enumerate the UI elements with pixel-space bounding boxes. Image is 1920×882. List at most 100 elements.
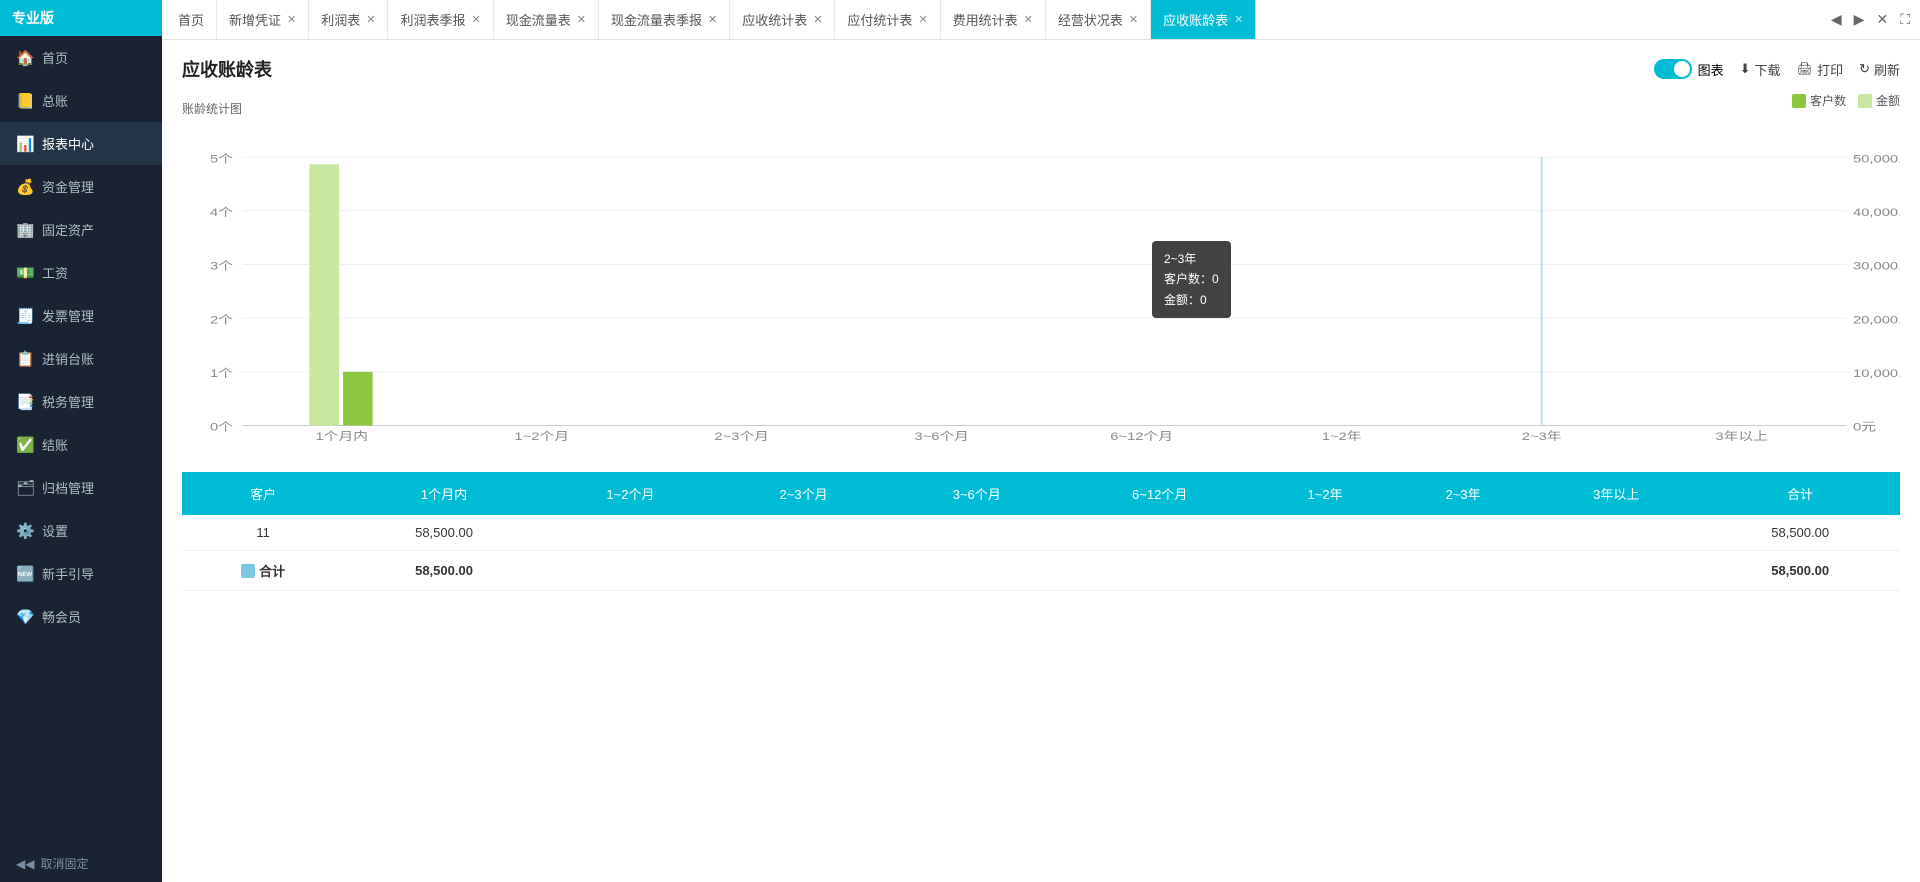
refresh-icon: ↻	[1859, 61, 1870, 77]
tab-close-cashflow[interactable]: ✕	[577, 13, 586, 26]
sidebar-item-closing[interactable]: ✅ 结账	[0, 423, 162, 466]
tab-close-profit[interactable]: ✕	[366, 13, 375, 26]
tab-cashflow-quarterly[interactable]: 现金流量表季报 ✕	[599, 0, 730, 39]
sidebar-unpin-button[interactable]: ◀◀ 取消固定	[0, 845, 162, 882]
refresh-button[interactable]: ↻ 刷新	[1859, 60, 1900, 79]
sidebar-item-label: 工资	[42, 263, 68, 282]
tab-close-ar-aging[interactable]: ✕	[1234, 13, 1243, 26]
svg-text:0元: 0元	[1853, 420, 1876, 433]
svg-text:30,000.00元: 30,000.00元	[1853, 259, 1900, 272]
tab-close-ap-stat[interactable]: ✕	[918, 13, 927, 26]
sidebar-item-invoice[interactable]: 🧾 发票管理	[0, 294, 162, 337]
closing-icon: ✅	[16, 436, 34, 454]
sidebar-item-fund[interactable]: 💰 资金管理	[0, 165, 162, 208]
cell-m612	[1063, 515, 1256, 551]
total-m612	[1063, 551, 1256, 591]
sidebar-item-ledger[interactable]: 📒 总账	[0, 79, 162, 122]
sidebar-item-salary[interactable]: 💵 工资	[0, 251, 162, 294]
tab-expense-stat[interactable]: 费用统计表 ✕	[941, 0, 1046, 39]
ledger-icon: 📒	[16, 92, 34, 110]
cell-y23	[1394, 515, 1532, 551]
cell-m36	[890, 515, 1063, 551]
fund-icon: 💰	[16, 178, 34, 196]
sidebar-item-label: 报表中心	[42, 134, 94, 153]
total-y23	[1394, 551, 1532, 591]
tab-profit-quarterly[interactable]: 利润表季报 ✕	[388, 0, 493, 39]
table-total-row: 合计 58,500.00 58,500.00	[182, 551, 1900, 591]
sidebar-item-member[interactable]: 💎 畅会员	[0, 595, 162, 638]
bar-count-0	[343, 372, 373, 426]
svg-text:50,000.00元: 50,000.00元	[1853, 152, 1900, 165]
asset-icon: 🏢	[16, 221, 34, 239]
tab-ar-aging[interactable]: 应收账龄表 ✕	[1151, 0, 1256, 39]
svg-text:10,000.00元: 10,000.00元	[1853, 367, 1900, 380]
total-m12	[544, 551, 717, 591]
sidebar-item-guide[interactable]: 🆕 新手引导	[0, 552, 162, 595]
chart-title: 账龄统计图	[182, 92, 242, 121]
total-y12	[1256, 551, 1394, 591]
svg-text:0个: 0个	[210, 420, 233, 433]
member-icon: 💎	[16, 608, 34, 626]
tab-home[interactable]: 首页	[166, 0, 217, 39]
chart-svg: 0个 1个 2个 3个 4个 5个 0元 10,000.00元 20,000.0…	[182, 121, 1900, 441]
table-row: 11 58,500.00 58,500.00	[182, 515, 1900, 551]
total-total: 58,500.00	[1700, 551, 1900, 591]
main-content: 首页 新增凭证 ✕ 利润表 ✕ 利润表季报 ✕ 现金流量表 ✕ 现金流量表季报 …	[162, 0, 1920, 882]
download-button[interactable]: ⬇ 下载	[1740, 60, 1781, 79]
svg-text:1个: 1个	[210, 367, 233, 380]
chart-legend: 客户数 金额	[1792, 92, 1900, 109]
sidebar-item-report[interactable]: 📊 报表中心	[0, 122, 162, 165]
tab-close-profit-quarterly[interactable]: ✕	[472, 13, 481, 26]
sidebar-item-label: 归档管理	[42, 478, 94, 497]
sidebar-item-tax[interactable]: 📑 税务管理	[0, 380, 162, 423]
tab-ap-stat[interactable]: 应付统计表 ✕	[835, 0, 940, 39]
sidebar-item-label: 设置	[42, 521, 68, 540]
tab-next-button[interactable]: ▶	[1848, 0, 1871, 39]
sidebar-item-label: 进销台账	[42, 349, 94, 368]
cell-customer: 11	[182, 515, 344, 551]
legend-amount-label: 金额	[1876, 92, 1900, 109]
tab-close-all-button[interactable]: ✕	[1870, 0, 1894, 39]
svg-text:3年以上: 3年以上	[1715, 430, 1767, 441]
sidebar-logo: 专业版	[0, 0, 162, 36]
sidebar: 专业版 🏠 首页 📒 总账 📊 报表中心 💰 资金管理 🏢 固定资产 💵 工资 …	[0, 0, 162, 882]
download-icon: ⬇	[1740, 61, 1751, 77]
tab-prev-button[interactable]: ◀	[1825, 0, 1848, 39]
col-m1: 1个月内	[344, 472, 544, 515]
cell-m23	[717, 515, 890, 551]
tab-voucher[interactable]: 新增凭证 ✕	[217, 0, 309, 39]
report-icon: 📊	[16, 135, 34, 153]
tab-close-biz-status[interactable]: ✕	[1129, 13, 1138, 26]
col-y12: 1~2年	[1256, 472, 1394, 515]
svg-text:1~2个月: 1~2个月	[514, 430, 569, 441]
chart-svg-container: 0个 1个 2个 3个 4个 5个 0元 10,000.00元 20,000.0…	[182, 121, 1900, 441]
sidebar-item-home[interactable]: 🏠 首页	[0, 36, 162, 79]
tab-close-voucher[interactable]: ✕	[287, 13, 296, 26]
tab-ar-stat[interactable]: 应收统计表 ✕	[730, 0, 835, 39]
sidebar-item-asset[interactable]: 🏢 固定资产	[0, 208, 162, 251]
tab-cashflow[interactable]: 现金流量表 ✕	[494, 0, 599, 39]
toggle-switch-control[interactable]	[1654, 59, 1692, 79]
sidebar-item-settings[interactable]: ⚙️ 设置	[0, 509, 162, 552]
sidebar-item-label: 畅会员	[42, 607, 81, 626]
sidebar-item-sales[interactable]: 📋 进销台账	[0, 337, 162, 380]
cell-y12	[1256, 515, 1394, 551]
chart-toggle[interactable]: 图表	[1654, 59, 1724, 79]
tab-expand-button[interactable]: ⛶	[1894, 0, 1916, 39]
home-icon: 🏠	[16, 49, 34, 67]
svg-text:3个: 3个	[210, 259, 233, 272]
tab-profit[interactable]: 利润表 ✕	[309, 0, 388, 39]
sidebar-item-archive[interactable]: 🗂 归档管理	[0, 466, 162, 509]
tab-close-cashflow-quarterly[interactable]: ✕	[708, 13, 717, 26]
col-y3plus: 3年以上	[1532, 472, 1700, 515]
tab-close-expense-stat[interactable]: ✕	[1024, 13, 1033, 26]
cell-m1: 58,500.00	[344, 515, 544, 551]
col-m36: 3~6个月	[890, 472, 1063, 515]
print-button[interactable]: 🖨 打印	[1797, 60, 1844, 79]
tab-biz-status[interactable]: 经营状况表 ✕	[1046, 0, 1151, 39]
tab-close-ar-stat[interactable]: ✕	[813, 13, 822, 26]
total-y3plus	[1532, 551, 1700, 591]
svg-text:5个: 5个	[210, 152, 233, 165]
unpin-icon: ◀◀	[16, 857, 34, 871]
sales-icon: 📋	[16, 350, 34, 368]
